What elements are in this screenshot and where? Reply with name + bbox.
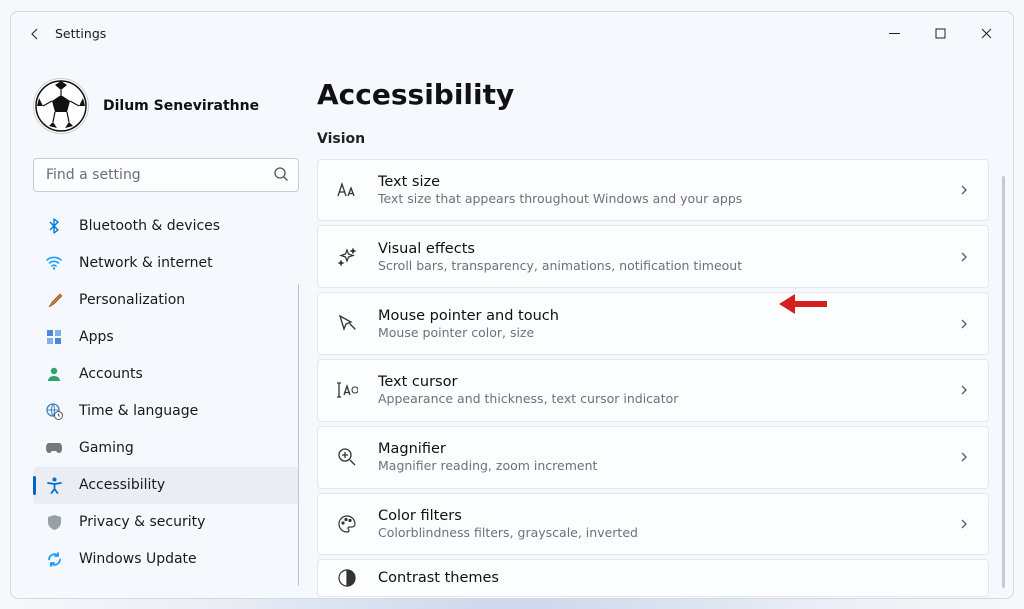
gamepad-icon	[45, 439, 63, 457]
sidebar-item-label: Gaming	[79, 440, 134, 456]
avatar-soccerball-icon	[35, 80, 87, 132]
minimize-button[interactable]	[871, 18, 917, 50]
chevron-right-icon	[958, 451, 970, 463]
sidebar-item-apps[interactable]: Apps	[33, 319, 299, 356]
sidebar-item-accessibility[interactable]: Accessibility	[33, 467, 299, 504]
sparkle-icon	[336, 246, 358, 268]
bluetooth-icon	[45, 217, 63, 235]
sidebar-item-bluetooth-devices[interactable]: Bluetooth & devices	[33, 208, 299, 245]
card-title: Text cursor	[378, 374, 938, 390]
card-magnifier[interactable]: Magnifier Magnifier reading, zoom increm…	[317, 426, 989, 489]
nav: Bluetooth & devices Network & internet P…	[33, 204, 299, 590]
sidebar-scrollbar[interactable]	[298, 284, 299, 586]
magnifier-icon	[336, 446, 358, 468]
sidebar-item-label: Personalization	[79, 292, 185, 308]
card-color-filters[interactable]: Color filters Colorblindness filters, gr…	[317, 493, 989, 556]
card-title: Contrast themes	[378, 570, 970, 586]
maximize-icon	[935, 28, 946, 39]
search-input[interactable]	[33, 158, 299, 192]
card-title: Visual effects	[378, 241, 938, 257]
sidebar-item-accounts[interactable]: Accounts	[33, 356, 299, 393]
chevron-right-icon	[958, 184, 970, 196]
cursor-icon	[336, 313, 358, 335]
card-subtitle: Text size that appears throughout Window…	[378, 191, 938, 206]
sidebar-item-label: Windows Update	[79, 551, 197, 567]
card-title: Text size	[378, 174, 938, 190]
sidebar-item-label: Privacy & security	[79, 514, 205, 530]
apps-icon	[45, 328, 63, 346]
text-cursor-icon	[336, 379, 358, 401]
search-icon	[273, 166, 289, 182]
sidebar-item-label: Accounts	[79, 366, 143, 382]
card-subtitle: Mouse pointer color, size	[378, 325, 938, 340]
sidebar-item-privacy-security[interactable]: Privacy & security	[33, 504, 299, 541]
accessibility-icon	[45, 476, 63, 494]
card-subtitle: Appearance and thickness, text cursor in…	[378, 391, 938, 406]
card-contrast-themes[interactable]: Contrast themes	[317, 559, 989, 597]
chevron-right-icon	[958, 251, 970, 263]
close-icon	[981, 28, 992, 39]
card-subtitle: Scroll bars, transparency, animations, n…	[378, 258, 938, 273]
sidebar-item-windows-update[interactable]: Windows Update	[33, 541, 299, 578]
back-button[interactable]	[15, 14, 55, 54]
sidebar-item-label: Bluetooth & devices	[79, 218, 220, 234]
settings-window: Settings	[10, 11, 1014, 599]
card-text-size[interactable]: Text size Text size that appears through…	[317, 159, 989, 222]
chevron-right-icon	[958, 384, 970, 396]
page-title: Accessibility	[317, 78, 989, 111]
card-text-cursor[interactable]: Text cursor Appearance and thickness, te…	[317, 359, 989, 422]
window-title: Settings	[55, 26, 106, 41]
brush-icon	[45, 291, 63, 309]
chevron-right-icon	[958, 518, 970, 530]
person-icon	[45, 365, 63, 383]
card-title: Color filters	[378, 508, 938, 524]
close-button[interactable]	[963, 18, 1009, 50]
user-name: Dilum Senevirathne	[103, 98, 259, 114]
card-title: Magnifier	[378, 441, 938, 457]
sidebar-item-gaming[interactable]: Gaming	[33, 430, 299, 467]
sidebar-item-label: Apps	[79, 329, 114, 345]
card-mouse-pointer-touch[interactable]: Mouse pointer and touch Mouse pointer co…	[317, 292, 989, 355]
palette-icon	[336, 513, 358, 535]
sidebar-item-label: Accessibility	[79, 477, 165, 493]
card-subtitle: Magnifier reading, zoom increment	[378, 458, 938, 473]
search-wrap	[33, 158, 299, 192]
chevron-right-icon	[958, 318, 970, 330]
cards: Text size Text size that appears through…	[317, 159, 989, 598]
sidebar-item-network-internet[interactable]: Network & internet	[33, 245, 299, 282]
sidebar-item-label: Network & internet	[79, 255, 213, 271]
content-scrollbar[interactable]	[1002, 176, 1005, 588]
sync-icon	[45, 550, 63, 568]
content: Accessibility Vision Text size Text size…	[313, 56, 1013, 598]
maximize-button[interactable]	[917, 18, 963, 50]
sidebar-item-label: Time & language	[79, 403, 198, 419]
window-controls	[871, 18, 1009, 50]
card-subtitle: Colorblindness filters, grayscale, inver…	[378, 525, 938, 540]
arrow-left-icon	[27, 26, 43, 42]
card-visual-effects[interactable]: Visual effects Scroll bars, transparency…	[317, 225, 989, 288]
minimize-icon	[889, 28, 900, 39]
avatar	[33, 78, 89, 134]
section-label: Vision	[317, 131, 989, 147]
globe-clock-icon	[45, 402, 63, 420]
body: Dilum Senevirathne Bluetooth & devices N…	[11, 56, 1013, 598]
sidebar: Dilum Senevirathne Bluetooth & devices N…	[11, 56, 313, 598]
user-profile[interactable]: Dilum Senevirathne	[33, 78, 299, 134]
shield-icon	[45, 513, 63, 531]
titlebar: Settings	[11, 12, 1013, 56]
text-size-icon	[336, 179, 358, 201]
wifi-icon	[45, 254, 63, 272]
card-title: Mouse pointer and touch	[378, 308, 938, 324]
contrast-icon	[336, 567, 358, 589]
sidebar-item-personalization[interactable]: Personalization	[33, 282, 299, 319]
sidebar-item-time-language[interactable]: Time & language	[33, 393, 299, 430]
